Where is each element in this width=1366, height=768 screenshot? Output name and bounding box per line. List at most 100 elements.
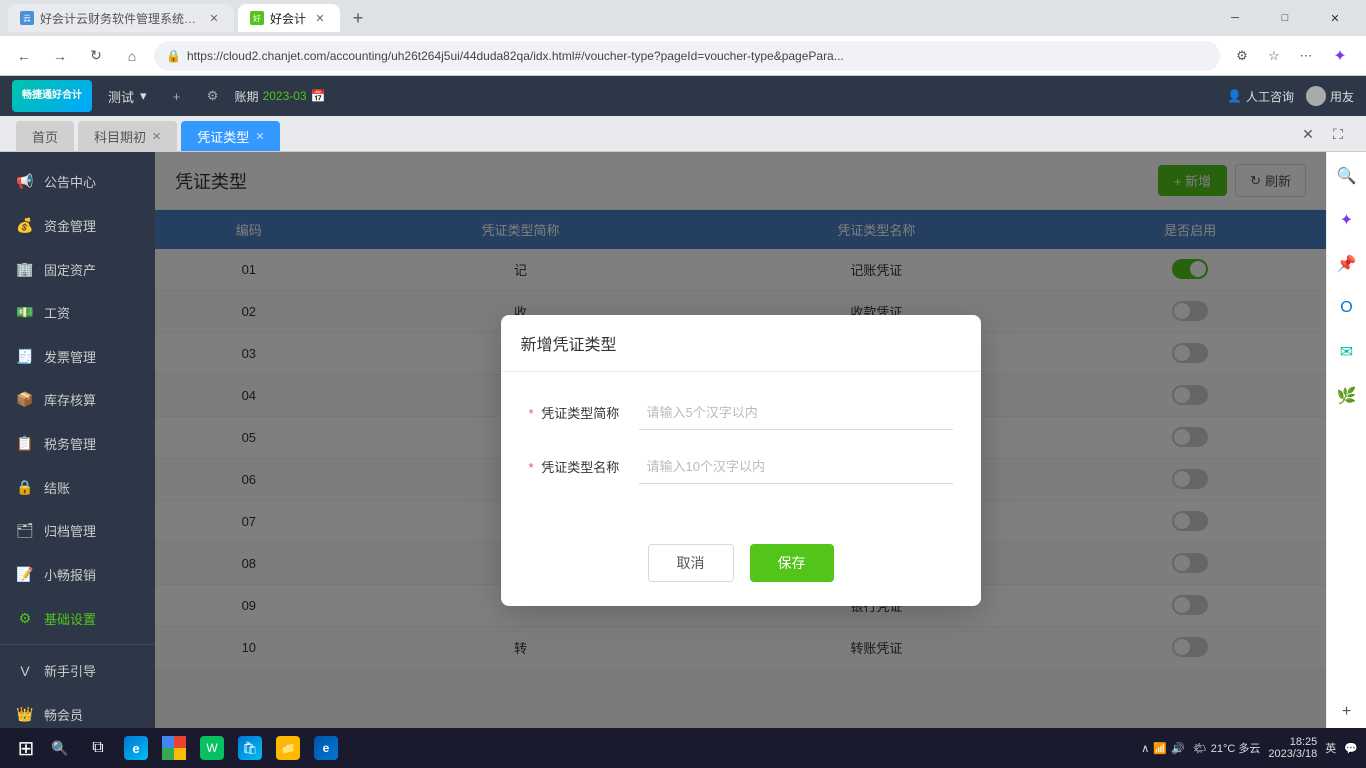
save-button[interactable]: 保存 (750, 544, 834, 582)
app-header: 畅捷通好合计 测试 ▾ + ⚙ 账期 2023-03 📅 👤 人工咨询 用友 (0, 76, 1366, 116)
home-button[interactable]: ⌂ (118, 42, 146, 70)
fixed-assets-icon: 🏢 (16, 260, 34, 278)
period-value: 2023-03 (263, 89, 307, 103)
taskbar-weather: 🌤 21°C 多云 (1193, 740, 1261, 756)
bookmark-btn[interactable]: ☆ (1260, 42, 1288, 70)
taskbar-app-chrome[interactable] (156, 730, 192, 766)
settings-icon[interactable]: ⚙ (199, 82, 227, 110)
sidebar-item-archive[interactable]: 🗂 归档管理 (0, 509, 155, 553)
tab-favicon-1: 云 (20, 11, 34, 25)
tab-label-1: 好会计云财务软件管理系统_会计 (40, 10, 200, 27)
name-input[interactable] (639, 450, 953, 484)
taskbar-apps: ⧉ e W 🛍 📁 e (80, 730, 344, 766)
consultant-icon: 👤 (1227, 89, 1242, 103)
refresh-button[interactable]: ↻ (82, 42, 110, 70)
taskbar-app-edge[interactable]: e (118, 730, 154, 766)
name-row: * 凭证类型名称 (529, 450, 953, 484)
tab-subject-period[interactable]: 科目期初 ✕ (78, 121, 177, 151)
sidebar-label-announcement: 公告中心 (44, 172, 96, 191)
workspace-label: 测试 (108, 87, 134, 106)
taskbar-speaker-icon: 🔊 (1171, 742, 1185, 755)
taskbar-search[interactable]: 🔍 (44, 732, 76, 764)
tab-voucher-label: 凭证类型 (197, 127, 249, 146)
add-workspace-btn[interactable]: + (163, 82, 191, 110)
browser-tab-1[interactable]: 云 好会计云财务软件管理系统_会计 ✕ (8, 4, 234, 32)
modal-overlay: 新增凭证类型 * 凭证类型简称 * 凭证类型名称 (155, 152, 1326, 768)
taskbar-app-multiview[interactable]: ⧉ (80, 730, 116, 766)
invoice-icon: 🧾 (16, 347, 34, 365)
address-bar: ← → ↻ ⌂ 🔒 https://cloud2.chanjet.com/acc… (0, 36, 1366, 76)
right-msg-icon[interactable]: ✉ (1331, 336, 1363, 368)
sidebar-item-settlement[interactable]: 🔒 结账 (0, 465, 155, 509)
tab-voucher-close[interactable]: ✕ (255, 130, 264, 143)
tab-subject-close[interactable]: ✕ (152, 130, 161, 143)
workspace-dropdown-icon: ▾ (140, 88, 147, 104)
taskbar-datetime[interactable]: 18:25 2023/3/18 (1268, 736, 1317, 760)
add-voucher-type-dialog: 新增凭证类型 * 凭证类型简称 * 凭证类型名称 (501, 315, 981, 606)
taskbar-right: ∧ 📶 🔊 🌤 21°C 多云 18:25 2023/3/18 英 💬 (1141, 736, 1358, 760)
sidebar-item-tax[interactable]: 📋 税务管理 (0, 422, 155, 466)
sidebar-item-salary[interactable]: 💵 工资 (0, 291, 155, 335)
sidebar-item-invoice[interactable]: 🧾 发票管理 (0, 334, 155, 378)
start-button[interactable]: ⊞ (8, 730, 44, 766)
sidebar-item-basic-settings[interactable]: ⚙ 基础设置 (0, 596, 155, 640)
sidebar-item-announcement[interactable]: 📢 公告中心 (0, 160, 155, 204)
taskbar-app-wechat[interactable]: W (194, 730, 230, 766)
sidebar-label-member: 畅会员 (44, 705, 83, 724)
logo-text: 畅捷通好合计 (22, 90, 82, 102)
more-btn[interactable]: ⋯ (1292, 42, 1320, 70)
basic-settings-icon: ⚙ (16, 609, 34, 627)
cancel-button[interactable]: 取消 (648, 544, 734, 582)
url-bar[interactable]: 🔒 https://cloud2.chanjet.com/accounting/… (154, 41, 1220, 71)
workspace-selector[interactable]: 测试 ▾ (100, 83, 155, 110)
consultant-btn[interactable]: 👤 人工咨询 (1227, 88, 1294, 105)
sidebar-item-inventory[interactable]: 📦 库存核算 (0, 378, 155, 422)
tab-minimize-icon[interactable]: ✕ (1296, 122, 1320, 146)
tab-home[interactable]: 首页 (16, 121, 74, 151)
tab-close-1[interactable]: ✕ (206, 10, 222, 26)
new-tab-button[interactable]: + (344, 4, 372, 32)
abbr-required-star: * (529, 406, 534, 421)
extensions-btn[interactable]: ⚙ (1228, 42, 1256, 70)
browser-tab-2[interactable]: 好 好会计 ✕ (238, 4, 340, 32)
right-outlook-icon[interactable]: O (1331, 292, 1363, 324)
forward-button[interactable]: → (46, 42, 74, 70)
app-logo: 畅捷通好合计 (12, 80, 92, 112)
taskbar-lang[interactable]: 英 (1325, 740, 1336, 756)
taskbar-app-edge2[interactable]: e (308, 730, 344, 766)
right-search-icon[interactable]: 🔍 (1331, 160, 1363, 192)
consultant-label: 人工咨询 (1246, 88, 1294, 105)
right-add-icon[interactable]: + (1331, 696, 1363, 728)
abbr-input[interactable] (639, 396, 953, 430)
taskbar-app-files[interactable]: 📁 (270, 730, 306, 766)
sidebar-item-expense[interactable]: 📝 小畅报销 (0, 553, 155, 597)
notification-icon[interactable]: 💬 (1344, 742, 1358, 755)
right-bookmark-icon[interactable]: 📌 (1331, 248, 1363, 280)
sidebar-item-new-user[interactable]: V 新手引导 (0, 649, 155, 693)
sidebar-label-inventory: 库存核算 (44, 390, 96, 409)
right-ai-icon[interactable]: ✦ (1331, 204, 1363, 236)
maximize-button[interactable]: □ (1262, 4, 1308, 32)
sidebar-label-fixed-assets: 固定资产 (44, 260, 96, 279)
weather-icon: 🌤 (1193, 742, 1207, 755)
announcement-icon: 📢 (16, 173, 34, 191)
back-button[interactable]: ← (10, 42, 38, 70)
sidebar-item-fixed-assets[interactable]: 🏢 固定资产 (0, 247, 155, 291)
member-icon: 👑 (16, 705, 34, 723)
tab-maximize-icon[interactable]: ⛶ (1326, 122, 1350, 146)
fund-icon: 💰 (16, 216, 34, 234)
taskbar-app-store[interactable]: 🛍 (232, 730, 268, 766)
right-green-icon[interactable]: 🌿 (1331, 380, 1363, 412)
user-btn[interactable]: 用友 (1306, 86, 1354, 106)
url-text: https://cloud2.chanjet.com/accounting/uh… (187, 49, 844, 63)
clock-time: 18:25 (1268, 736, 1317, 748)
clock-date: 2023/3/18 (1268, 748, 1317, 760)
taskbar-chevron-up[interactable]: ∧ (1141, 742, 1149, 755)
tab-close-2[interactable]: ✕ (312, 10, 328, 26)
tab-voucher-type[interactable]: 凭证类型 ✕ (181, 121, 280, 151)
taskbar-network-icon: 📶 (1153, 742, 1167, 755)
minimize-button[interactable]: ─ (1212, 4, 1258, 32)
sidebar-item-fund[interactable]: 💰 资金管理 (0, 204, 155, 248)
ai-btn[interactable]: ✦ (1324, 40, 1356, 72)
close-button[interactable]: ✕ (1312, 4, 1358, 32)
